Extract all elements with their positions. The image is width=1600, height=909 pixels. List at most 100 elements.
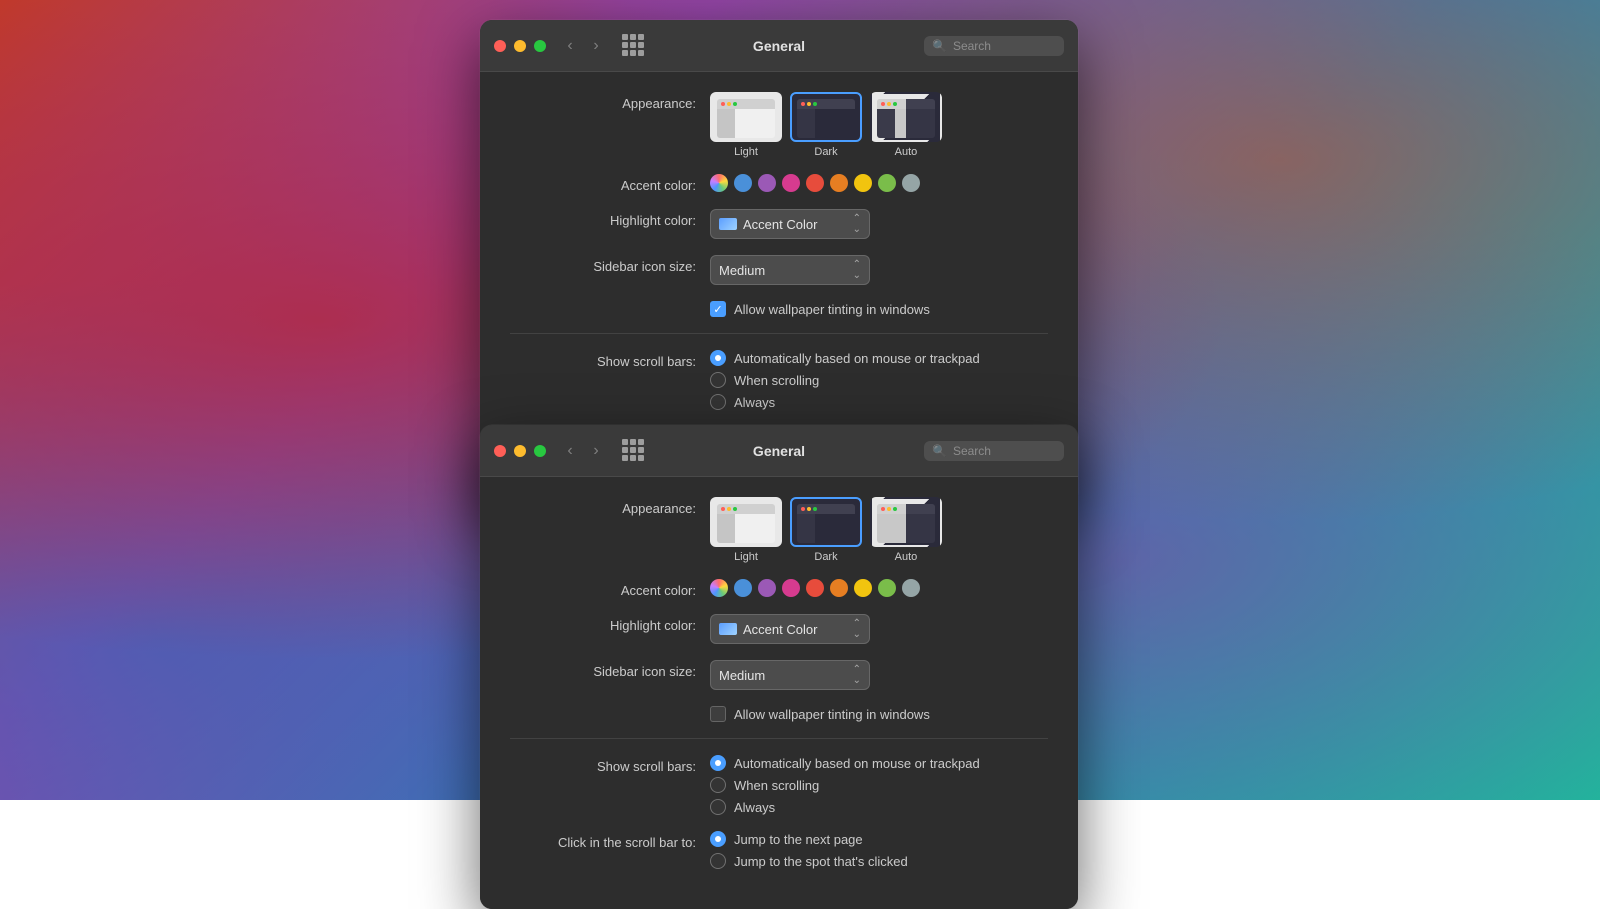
back-button-bottom[interactable]: ‹ <box>560 441 580 461</box>
thumb-sidebar <box>797 514 815 543</box>
click-jump-next-radio-bottom[interactable] <box>710 831 726 847</box>
accent-red-bottom[interactable] <box>806 579 824 597</box>
scroll-always-radio-top[interactable] <box>710 394 726 410</box>
search-box-top[interactable]: 🔍 Search <box>924 36 1064 56</box>
thumb-titlebar <box>717 504 775 514</box>
appearance-light-top[interactable]: Light <box>710 92 782 158</box>
accent-pink-bottom[interactable] <box>782 579 800 597</box>
scroll-when-radio-bottom[interactable] <box>710 777 726 793</box>
accent-blue-top[interactable] <box>734 174 752 192</box>
accent-yellow-bottom[interactable] <box>854 579 872 597</box>
maximize-button-bottom[interactable] <box>534 445 546 457</box>
thumb-titlebar <box>797 504 855 514</box>
scroll-auto-label-bottom: Automatically based on mouse or trackpad <box>734 756 980 771</box>
window-frame-bottom: ‹ › General 🔍 Search <box>480 425 1078 909</box>
grid-dot <box>622 34 628 40</box>
sidebar-icon-size-value-bottom: Medium <box>719 668 765 683</box>
scroll-always-row-bottom[interactable]: Always <box>710 799 980 815</box>
appearance-auto-thumb-top <box>870 92 942 142</box>
scroll-auto-row-bottom[interactable]: Automatically based on mouse or trackpad <box>710 755 980 771</box>
maximize-button-top[interactable] <box>534 40 546 52</box>
accent-multicolor-top[interactable] <box>710 174 728 192</box>
close-button-bottom[interactable] <box>494 445 506 457</box>
search-box-bottom[interactable]: 🔍 Search <box>924 441 1064 461</box>
accent-pink-top[interactable] <box>782 174 800 192</box>
scroll-when-row-bottom[interactable]: When scrolling <box>710 777 980 793</box>
accent-yellow-top[interactable] <box>854 174 872 192</box>
accent-blue-bottom[interactable] <box>734 579 752 597</box>
thumb-dot-r <box>801 507 805 511</box>
highlight-color-dropdown-bottom[interactable]: Accent Color ⌃⌄ <box>710 614 870 644</box>
appearance-light-thumb-bottom <box>710 497 782 547</box>
grid-dot <box>622 447 628 453</box>
back-button-top[interactable]: ‹ <box>560 36 580 56</box>
sidebar-icon-size-dropdown-bottom[interactable]: Medium ⌃⌄ <box>710 660 870 690</box>
thumb-dot-r <box>721 507 725 511</box>
accent-green-bottom[interactable] <box>878 579 896 597</box>
thumb-content <box>877 514 935 543</box>
appearance-light-bottom[interactable]: Light <box>710 497 782 563</box>
accent-purple-top[interactable] <box>758 174 776 192</box>
scroll-always-row-top[interactable]: Always <box>710 394 980 410</box>
accent-color-row-top: Accent color: <box>510 174 1048 193</box>
appearance-dark-thumb-bottom <box>790 497 862 547</box>
scroll-auto-row-top[interactable]: Automatically based on mouse or trackpad <box>710 350 980 366</box>
scroll-always-label-bottom: Always <box>734 800 775 815</box>
scroll-auto-radio-bottom[interactable] <box>710 755 726 771</box>
thumb-dot-g <box>733 102 737 106</box>
appearance-auto-top[interactable]: Auto <box>870 92 942 158</box>
thumb-content <box>717 109 775 138</box>
wallpaper-tinting-checkbox-row-bottom: Allow wallpaper tinting in windows <box>710 706 930 722</box>
thumb-sidebar <box>877 514 895 543</box>
wallpaper-tinting-control-top: ✓ Allow wallpaper tinting in windows <box>710 301 1048 317</box>
accent-green-top[interactable] <box>878 174 896 192</box>
scroll-always-radio-bottom[interactable] <box>710 799 726 815</box>
thumb-main <box>895 109 935 138</box>
appearance-dark-bottom[interactable]: Dark <box>790 497 862 563</box>
thumb-dot-y <box>887 507 891 511</box>
scroll-when-radio-top[interactable] <box>710 372 726 388</box>
highlight-color-dropdown-top[interactable]: Accent Color ⌃⌄ <box>710 209 870 239</box>
thumb-dot-r <box>881 102 885 106</box>
minimize-button-bottom[interactable] <box>514 445 526 457</box>
click-jump-next-label-bottom: Jump to the next page <box>734 832 863 847</box>
forward-button-bottom[interactable]: › <box>586 441 606 461</box>
click-jump-next-row-bottom[interactable]: Jump to the next page <box>710 831 908 847</box>
sidebar-icon-size-control-bottom: Medium ⌃⌄ <box>710 660 1048 690</box>
close-button-top[interactable] <box>494 40 506 52</box>
appearance-row-bottom: Appearance: <box>510 497 1048 563</box>
grid-dot <box>630 42 636 48</box>
appearance-dark-top[interactable]: Dark <box>790 92 862 158</box>
scroll-when-row-top[interactable]: When scrolling <box>710 372 980 388</box>
grid-icon-bottom[interactable] <box>622 439 646 463</box>
appearance-light-thumb-top <box>710 92 782 142</box>
accent-red-top[interactable] <box>806 174 824 192</box>
sidebar-icon-size-dropdown-top[interactable]: Medium ⌃⌄ <box>710 255 870 285</box>
thumb-sidebar <box>877 109 895 138</box>
grid-icon-top[interactable] <box>622 34 646 58</box>
highlight-swatch-top <box>719 218 737 230</box>
scroll-auto-radio-top[interactable] <box>710 350 726 366</box>
click-jump-spot-row-bottom[interactable]: Jump to the spot that's clicked <box>710 853 908 869</box>
grid-dot <box>622 42 628 48</box>
accent-multicolor-bottom[interactable] <box>710 579 728 597</box>
accent-orange-top[interactable] <box>830 174 848 192</box>
wallpaper-tinting-checkbox-bottom[interactable] <box>710 706 726 722</box>
thumb-dot-y <box>887 102 891 106</box>
nav-buttons-bottom: ‹ › <box>560 441 606 461</box>
search-icon-bottom: 🔍 <box>932 444 947 458</box>
accent-gray-top[interactable] <box>902 174 920 192</box>
accent-purple-bottom[interactable] <box>758 579 776 597</box>
minimize-button-top[interactable] <box>514 40 526 52</box>
click-jump-spot-radio-bottom[interactable] <box>710 853 726 869</box>
thumb-dot-y <box>727 507 731 511</box>
wallpaper-tinting-checkbox-top[interactable]: ✓ <box>710 301 726 317</box>
accent-gray-bottom[interactable] <box>902 579 920 597</box>
highlight-color-row-bottom: Highlight color: Accent Color ⌃⌄ <box>510 614 1048 644</box>
grid-dot <box>638 42 644 48</box>
accent-colors-bottom <box>710 579 920 597</box>
appearance-auto-bottom[interactable]: Auto <box>870 497 942 563</box>
accent-orange-bottom[interactable] <box>830 579 848 597</box>
forward-button-top[interactable]: › <box>586 36 606 56</box>
grid-dot <box>638 34 644 40</box>
